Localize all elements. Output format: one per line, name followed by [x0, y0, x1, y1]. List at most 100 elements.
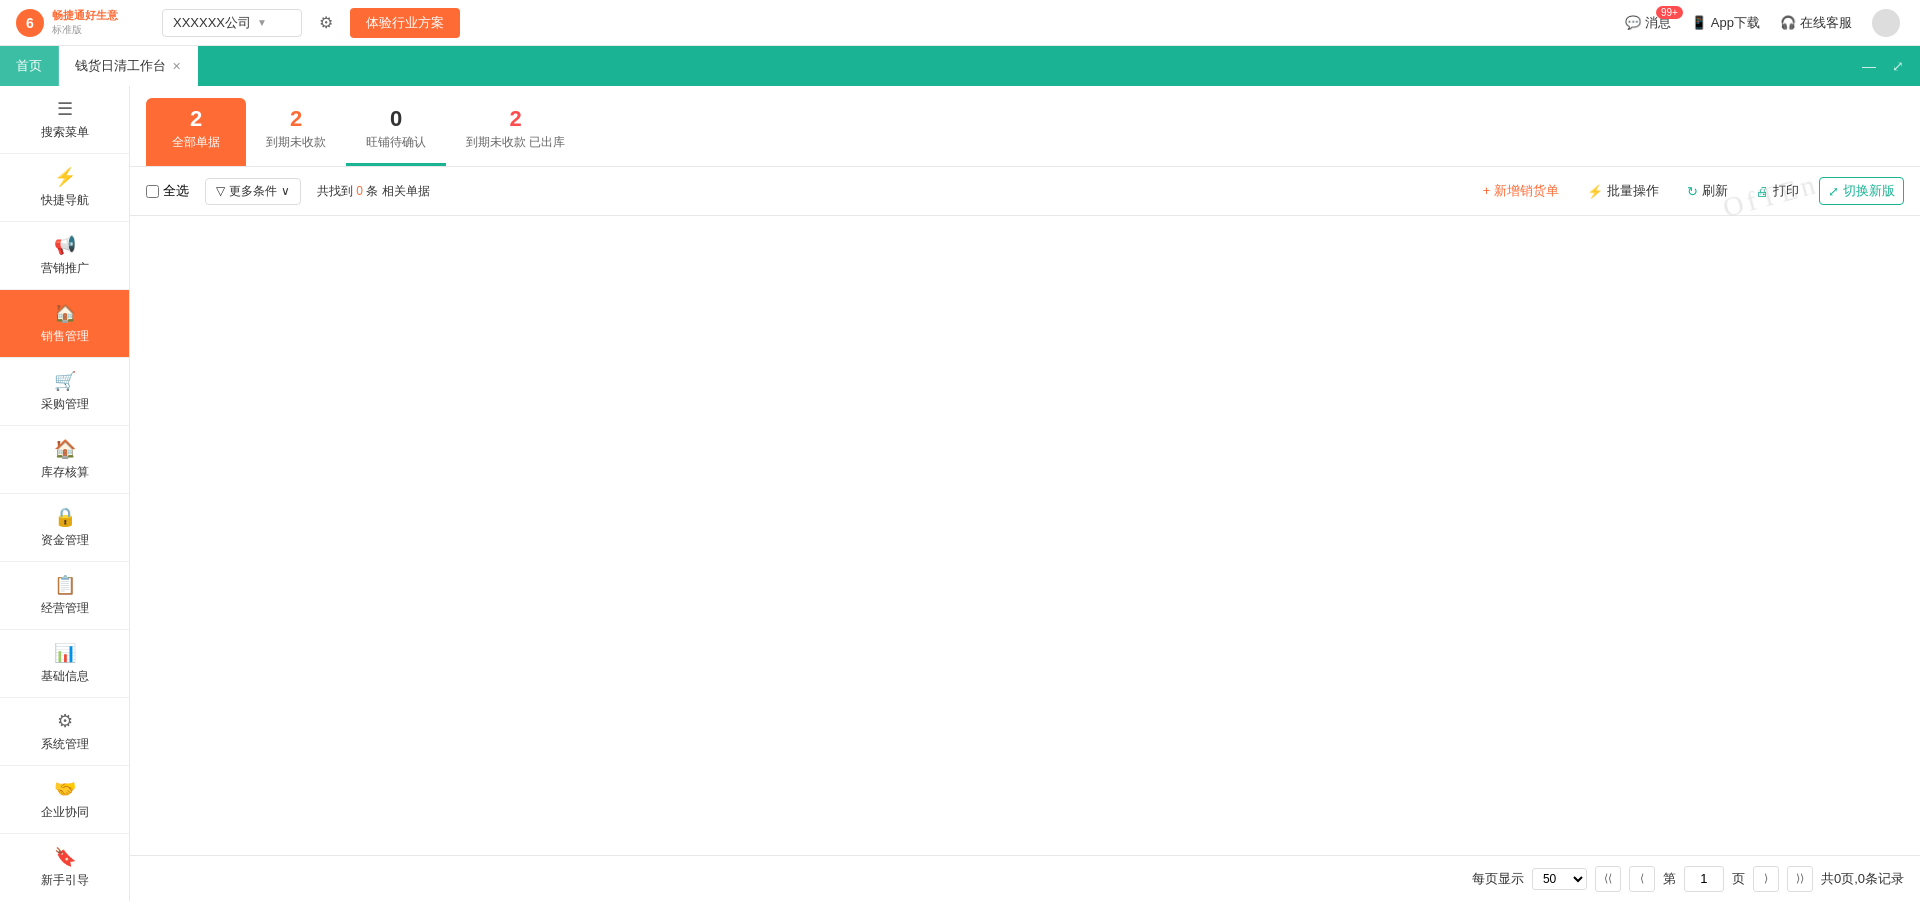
search-unit: 条	[366, 184, 378, 198]
print-button[interactable]: 🖨 打印	[1748, 178, 1807, 204]
online-service-button[interactable]: 🎧 在线客服	[1780, 14, 1852, 32]
sidebar-label-basic-info: 基础信息	[41, 668, 89, 685]
batch-label: 批量操作	[1607, 182, 1659, 200]
tab-home[interactable]: 首页	[0, 46, 59, 86]
logo-icon: 6	[16, 9, 44, 37]
first-page-button[interactable]: ⟨⟨	[1595, 866, 1621, 892]
last-page-button[interactable]: ⟩⟩	[1787, 866, 1813, 892]
nav-tab-controls: — ⤢	[1858, 46, 1920, 86]
stat-label-pending: 旺铺待确认	[366, 134, 426, 151]
message-badge: 99+	[1656, 6, 1683, 19]
content-area: 2 全部单据 2 到期未收款 0 旺铺待确认 2 到期未收款 已出库 全选	[130, 86, 1920, 901]
refresh-label: 刷新	[1702, 182, 1728, 200]
sidebar-item-enterprise[interactable]: 🤝 企业协同	[0, 766, 129, 834]
print-icon: 🖨	[1756, 184, 1769, 199]
search-menu-icon: ☰	[57, 98, 73, 120]
sidebar-item-sales[interactable]: 🏠 销售管理	[0, 290, 129, 358]
table-area	[130, 216, 1920, 855]
sidebar-label-system: 系统管理	[41, 736, 89, 753]
tab-close-icon[interactable]: ✕	[172, 60, 181, 73]
refresh-icon: ↻	[1687, 184, 1698, 199]
settings-button[interactable]: ⚙	[310, 7, 342, 39]
per-page-select[interactable]: 50 20 100	[1532, 868, 1587, 890]
marketing-icon: 📢	[54, 234, 76, 256]
toolbar-right: + 新增销货单 ⚡ 批量操作 ↻ 刷新 🖨 打印 ⤢ 切换新版	[1475, 177, 1904, 205]
filter-btn-label: 更多条件	[229, 183, 277, 200]
select-all-label: 全选	[163, 182, 189, 200]
stats-tabs: 2 全部单据 2 到期未收款 0 旺铺待确认 2 到期未收款 已出库	[130, 86, 1920, 167]
sidebar-item-finance[interactable]: 🔒 资金管理	[0, 494, 129, 562]
stat-tab-overdue-shipped[interactable]: 2 到期未收款 已出库	[446, 98, 585, 166]
sidebar-item-purchase[interactable]: 🛒 采购管理	[0, 358, 129, 426]
logo-area: 6 畅捷通好生意 标准版	[16, 8, 146, 37]
chevron-down-icon: ▼	[257, 17, 267, 28]
app-download-label: App下载	[1711, 14, 1760, 32]
trial-button[interactable]: 体验行业方案	[350, 8, 460, 38]
sidebar-item-guide[interactable]: 🔖 新手引导	[0, 834, 129, 901]
more-filter-button[interactable]: ▽ 更多条件 ∨	[205, 178, 301, 205]
sidebar-label-quick-nav: 快捷导航	[41, 192, 89, 209]
user-avatar[interactable]	[1872, 9, 1904, 37]
app-icon: 📱	[1691, 15, 1707, 30]
sidebar-label-search: 搜索菜单	[41, 124, 89, 141]
batch-operation-button[interactable]: ⚡ 批量操作	[1579, 178, 1667, 204]
sidebar-item-quick-nav[interactable]: ⚡ 快捷导航	[0, 154, 129, 222]
operations-icon: 📋	[54, 574, 76, 596]
filter-icon: ▽	[216, 184, 225, 198]
print-label: 打印	[1773, 182, 1799, 200]
page-label: 第	[1663, 870, 1676, 888]
sidebar-label-enterprise: 企业协同	[41, 804, 89, 821]
search-result: 共找到 0 条 相关单据	[317, 183, 430, 200]
stat-label-overdue: 到期未收款	[266, 134, 326, 151]
nav-tabs: 首页 钱货日清工作台 ✕ — ⤢	[0, 46, 1920, 86]
stat-number-overdue: 2	[290, 106, 302, 132]
refresh-button[interactable]: ↻ 刷新	[1679, 178, 1736, 204]
tab-minimize-button[interactable]: —	[1858, 54, 1880, 78]
tab-cash-goods[interactable]: 钱货日清工作台 ✕	[59, 46, 198, 86]
sidebar-label-guide: 新手引导	[41, 872, 89, 889]
headset-icon: 🎧	[1780, 15, 1796, 30]
sidebar-item-marketing[interactable]: 📢 营销推广	[0, 222, 129, 290]
company-selector[interactable]: XXXXXX公司 ▼	[162, 9, 302, 37]
pagination-bar: 每页显示 50 20 100 ⟨⟨ ⟨ 第 页 ⟩ ⟩⟩ 共0页,0条记录	[130, 855, 1920, 901]
top-header: 6 畅捷通好生意 标准版 XXXXXX公司 ▼ ⚙ 体验行业方案 💬 消息 99…	[0, 0, 1920, 46]
sales-icon: 🏠	[54, 302, 76, 324]
next-page-button[interactable]: ⟩	[1753, 866, 1779, 892]
add-sales-order-button[interactable]: + 新增销货单	[1475, 178, 1567, 204]
enterprise-icon: 🤝	[54, 778, 76, 800]
select-all-input[interactable]	[146, 185, 159, 198]
switch-new-version-button[interactable]: ⤢ 切换新版	[1819, 177, 1904, 205]
page-label2: 页	[1732, 870, 1745, 888]
sidebar-item-inventory[interactable]: 🏠 库存核算	[0, 426, 129, 494]
stat-number-all: 2	[190, 106, 202, 132]
main-layout: ☰ 搜索菜单 ⚡ 快捷导航 📢 营销推广 🏠 销售管理 🛒 采购管理 🏠 库存核…	[0, 86, 1920, 901]
home-tab-label: 首页	[16, 57, 42, 75]
total-info: 共0页,0条记录	[1821, 870, 1904, 888]
sidebar-item-basic-info[interactable]: 📊 基础信息	[0, 630, 129, 698]
sidebar-item-search[interactable]: ☰ 搜索菜单	[0, 86, 129, 154]
message-icon: 💬	[1625, 15, 1641, 30]
search-count: 0	[356, 184, 363, 198]
online-service-label: 在线客服	[1800, 14, 1852, 32]
sidebar-label-marketing: 营销推广	[41, 260, 89, 277]
switch-icon: ⤢	[1828, 184, 1839, 199]
app-download-button[interactable]: 📱 App下载	[1691, 14, 1760, 32]
switch-label: 切换新版	[1843, 182, 1895, 200]
stat-label-overdue-shipped: 到期未收款 已出库	[466, 134, 565, 151]
tab-maximize-button[interactable]: ⤢	[1888, 54, 1908, 78]
stat-tab-pending[interactable]: 0 旺铺待确认	[346, 98, 446, 166]
filter-chevron-icon: ∨	[281, 184, 290, 198]
sidebar-item-operations[interactable]: 📋 经营管理	[0, 562, 129, 630]
stat-tab-all[interactable]: 2 全部单据	[146, 98, 246, 166]
stat-tab-overdue[interactable]: 2 到期未收款	[246, 98, 346, 166]
prev-page-button[interactable]: ⟨	[1629, 866, 1655, 892]
select-all-checkbox[interactable]: 全选	[146, 182, 189, 200]
purchase-icon: 🛒	[54, 370, 76, 392]
sidebar-item-system[interactable]: ⚙ 系统管理	[0, 698, 129, 766]
page-number-input[interactable]	[1684, 866, 1724, 892]
message-button[interactable]: 💬 消息 99+	[1625, 14, 1671, 32]
sidebar-label-sales: 销售管理	[41, 328, 89, 345]
sidebar: ☰ 搜索菜单 ⚡ 快捷导航 📢 营销推广 🏠 销售管理 🛒 采购管理 🏠 库存核…	[0, 86, 130, 901]
per-page-label: 每页显示	[1472, 870, 1524, 888]
guide-icon: 🔖	[54, 846, 76, 868]
